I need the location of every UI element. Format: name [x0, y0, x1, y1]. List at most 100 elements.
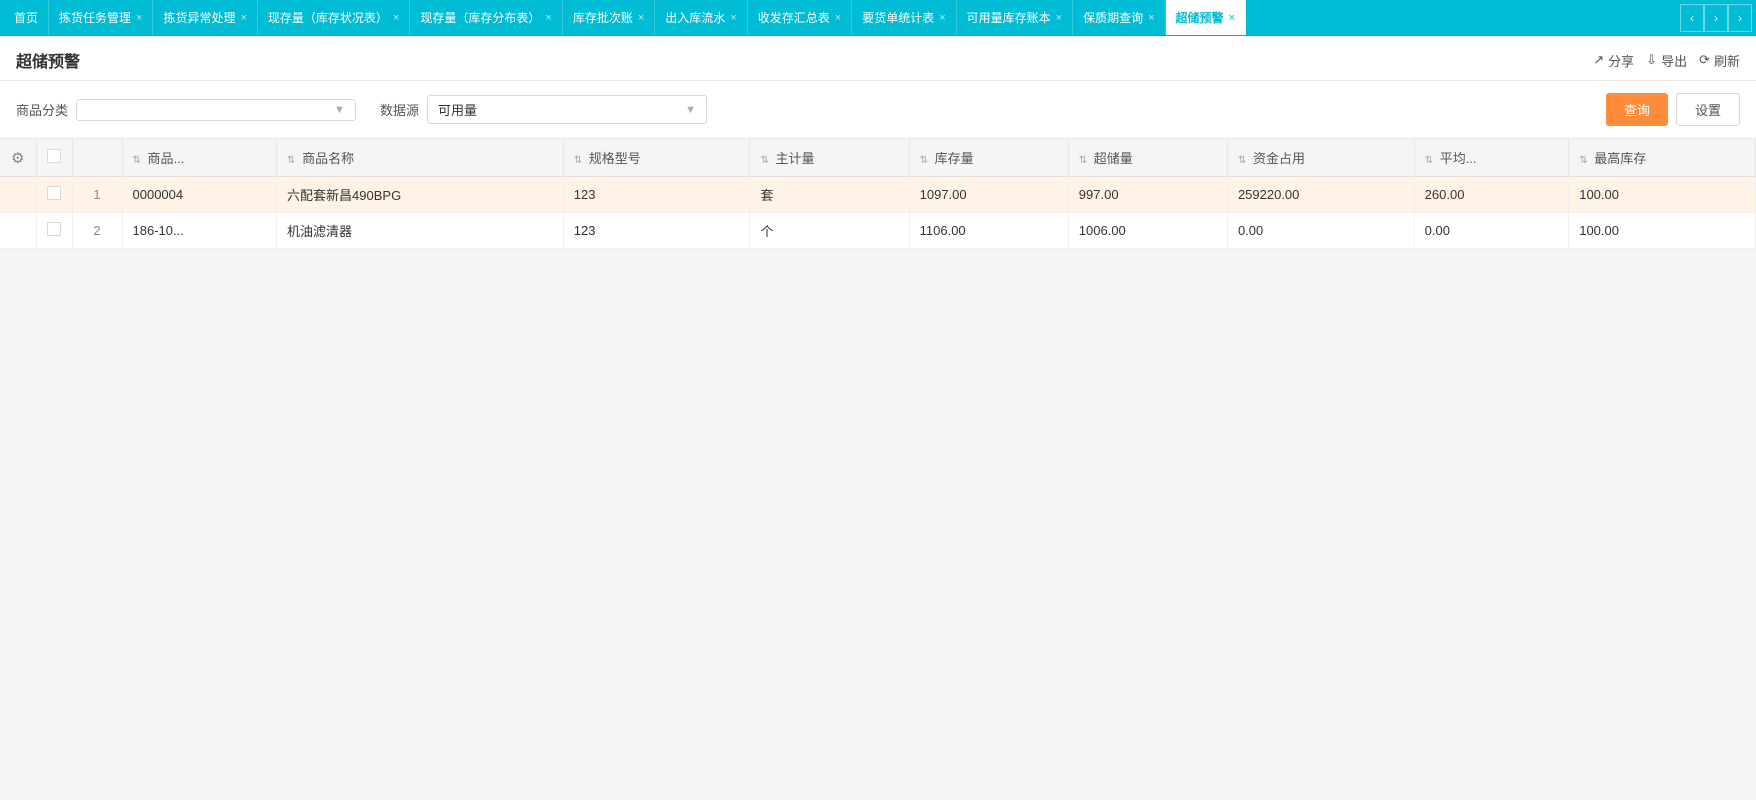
page-header: 超储预警 ↗ 分享 ⇩ 导出 ⟳ 刷新 — [0, 36, 1756, 81]
data-source-select[interactable]: 可用量 ▼ — [427, 95, 707, 124]
sort-icon-avg: ⇅ — [1425, 155, 1433, 166]
td-check-0[interactable] — [36, 177, 72, 213]
commodity-class-label: 商品分类 — [16, 100, 68, 119]
td-overstock-0: 997.00 — [1068, 177, 1227, 213]
td-spec-0: 123 — [563, 177, 750, 213]
table-area: ⚙ ⇅ 商品... ⇅ 商品名称 ⇅ 规格型号 — [0, 139, 1756, 249]
sort-icon-product-code: ⇅ — [133, 155, 141, 166]
nav-item-stock-status[interactable]: 现存量（库存状况表） × — [258, 0, 410, 36]
sort-icon-overstock: ⇅ — [1079, 155, 1087, 166]
nav-item-avail-ledger[interactable]: 可用量库存账本 × — [957, 0, 1073, 36]
td-gear-1 — [0, 213, 36, 249]
share-icon: ↗ — [1593, 52, 1604, 68]
th-index — [72, 139, 122, 177]
th-unit[interactable]: ⇅ 主计量 — [750, 139, 909, 177]
close-quality-check[interactable]: × — [1148, 12, 1154, 24]
top-nav: 首页 拣货任务管理 × 拣货异常处理 × 现存量（库存状况表） × 现存量（库存… — [0, 0, 1756, 36]
td-product-code-0: 0000004 — [122, 177, 277, 213]
data-source-group: 数据源 可用量 ▼ — [380, 95, 707, 124]
td-avg-1: 0.00 — [1414, 213, 1569, 249]
table-header-row: ⚙ ⇅ 商品... ⇅ 商品名称 ⇅ 规格型号 — [0, 139, 1756, 177]
close-inout-flow[interactable]: × — [730, 12, 736, 24]
td-overstock-1: 1006.00 — [1068, 213, 1227, 249]
header-checkbox[interactable] — [47, 149, 61, 163]
refresh-icon: ⟳ — [1699, 52, 1710, 68]
td-capital-1: 0.00 — [1227, 213, 1414, 249]
filter-area: 商品分类 ▼ 数据源 可用量 ▼ 查询 设置 — [0, 81, 1756, 139]
sort-icon-spec: ⇅ — [574, 155, 582, 166]
th-spec[interactable]: ⇅ 规格型号 — [563, 139, 750, 177]
th-capital[interactable]: ⇅ 资金占用 — [1227, 139, 1414, 177]
sort-icon-product-name: ⇅ — [287, 155, 295, 166]
nav-arrow-expand[interactable]: › — [1728, 4, 1752, 32]
commodity-class-group: 商品分类 ▼ — [16, 99, 356, 121]
th-checkbox[interactable] — [36, 139, 72, 177]
th-product-name[interactable]: ⇅ 商品名称 — [277, 139, 564, 177]
row-checkbox-1[interactable] — [47, 222, 61, 236]
chevron-down-icon-2: ▼ — [685, 104, 696, 116]
chevron-down-icon: ▼ — [334, 104, 345, 116]
nav-item-task-mgmt[interactable]: 拣货任务管理 × — [49, 0, 153, 36]
nav-item-recv-send[interactable]: 收发存汇总表 × — [748, 0, 852, 36]
close-batch[interactable]: × — [638, 12, 644, 24]
close-stock-status[interactable]: × — [393, 12, 399, 24]
td-avg-0: 260.00 — [1414, 177, 1569, 213]
sort-icon-max-stock: ⇅ — [1579, 155, 1587, 166]
th-gear[interactable]: ⚙ — [0, 139, 36, 177]
close-stock-dist[interactable]: × — [545, 12, 551, 24]
td-stock-0: 1097.00 — [909, 177, 1068, 213]
close-abnormal[interactable]: × — [240, 12, 246, 24]
th-stock[interactable]: ⇅ 库存量 — [909, 139, 1068, 177]
sort-icon-capital: ⇅ — [1238, 155, 1246, 166]
main-table: ⚙ ⇅ 商品... ⇅ 商品名称 ⇅ 规格型号 — [0, 139, 1756, 249]
td-max-stock-0: 100.00 — [1569, 177, 1756, 213]
nav-item-inout-flow[interactable]: 出入库流水 × — [655, 0, 747, 36]
th-overstock[interactable]: ⇅ 超储量 — [1068, 139, 1227, 177]
td-product-name-1: 机油滤清器 — [277, 213, 564, 249]
commodity-class-select[interactable]: ▼ — [76, 99, 356, 121]
close-recv-send[interactable]: × — [835, 12, 841, 24]
close-order-stat[interactable]: × — [939, 12, 945, 24]
td-gear-0 — [0, 177, 36, 213]
sort-icon-stock: ⇅ — [920, 155, 928, 166]
nav-item-stock-dist[interactable]: 现存量（库存分布表） × — [410, 0, 562, 36]
page-title: 超储预警 — [16, 48, 80, 72]
nav-item-order-stat[interactable]: 要货单统计表 × — [852, 0, 956, 36]
nav-item-batch[interactable]: 库存批次账 × — [563, 0, 655, 36]
close-overstock-warn[interactable]: × — [1229, 12, 1235, 24]
query-button[interactable]: 查询 — [1606, 93, 1668, 126]
nav-item-overstock-warn[interactable]: 超储预警 × — [1166, 0, 1246, 36]
nav-item-home[interactable]: 首页 — [4, 0, 49, 36]
filter-actions: 查询 设置 — [1606, 93, 1740, 126]
refresh-button[interactable]: ⟳ 刷新 — [1699, 51, 1740, 70]
row-checkbox-0[interactable] — [47, 186, 61, 200]
nav-arrow-left[interactable]: ‹ — [1680, 4, 1704, 32]
nav-item-quality-check[interactable]: 保质期查询 × — [1073, 0, 1165, 36]
close-task-mgmt[interactable]: × — [136, 12, 142, 24]
td-spec-1: 123 — [563, 213, 750, 249]
export-button[interactable]: ⇩ 导出 — [1646, 51, 1687, 70]
data-source-value: 可用量 — [438, 100, 477, 119]
td-max-stock-1: 100.00 — [1569, 213, 1756, 249]
nav-item-abnormal[interactable]: 拣货异常处理 × — [153, 0, 257, 36]
td-stock-1: 1106.00 — [909, 213, 1068, 249]
td-index-1: 2 — [72, 213, 122, 249]
gear-icon: ⚙ — [11, 150, 24, 167]
sort-icon-unit: ⇅ — [760, 155, 768, 166]
table-row: 2 186-10... 机油滤清器 123 个 1106.00 1006.00 … — [0, 213, 1756, 249]
settings-button[interactable]: 设置 — [1676, 93, 1740, 126]
td-product-code-1: 186-10... — [122, 213, 277, 249]
close-avail-ledger[interactable]: × — [1056, 12, 1062, 24]
th-max-stock[interactable]: ⇅ 最高库存 — [1569, 139, 1756, 177]
data-source-label: 数据源 — [380, 100, 419, 119]
header-actions: ↗ 分享 ⇩ 导出 ⟳ 刷新 — [1593, 51, 1740, 70]
nav-arrow-right[interactable]: › — [1704, 4, 1728, 32]
td-check-1[interactable] — [36, 213, 72, 249]
th-avg[interactable]: ⇅ 平均... — [1414, 139, 1569, 177]
th-product-code[interactable]: ⇅ 商品... — [122, 139, 277, 177]
nav-arrows: ‹ › › — [1680, 4, 1752, 32]
table-body: 1 0000004 六配套新昌490BPG 123 套 1097.00 997.… — [0, 177, 1756, 249]
share-button[interactable]: ↗ 分享 — [1593, 51, 1634, 70]
td-unit-1: 个 — [750, 213, 909, 249]
export-icon: ⇩ — [1646, 52, 1657, 68]
